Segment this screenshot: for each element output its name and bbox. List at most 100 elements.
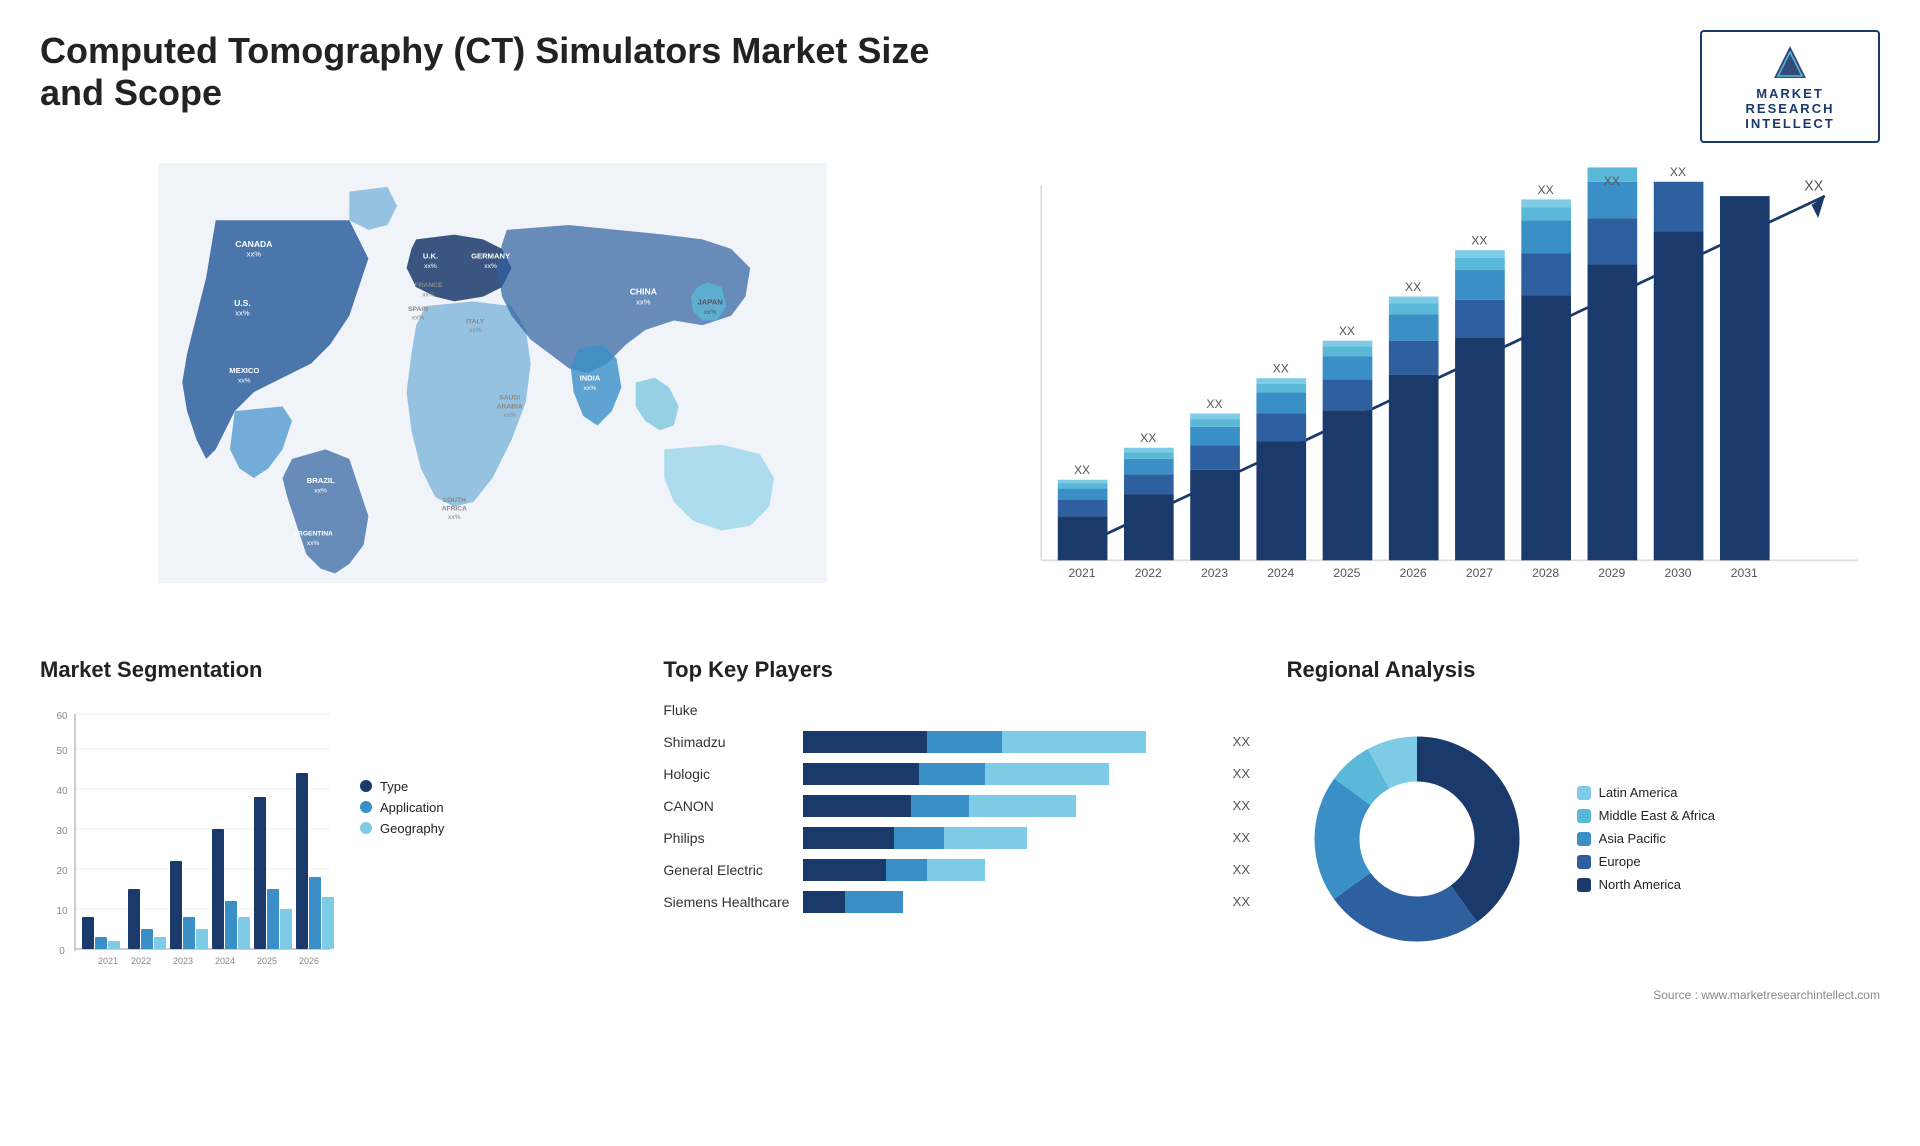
svg-text:2026: 2026	[299, 956, 319, 966]
list-item: Siemens Healthcare XX	[663, 891, 1256, 913]
svg-text:2025: 2025	[1333, 566, 1360, 580]
page-header: Computed Tomography (CT) Simulators Mark…	[40, 30, 1880, 143]
svg-text:U.S.: U.S.	[234, 298, 251, 308]
svg-text:JAPAN: JAPAN	[697, 297, 722, 306]
svg-text:INDIA: INDIA	[579, 374, 600, 383]
player-name: CANON	[663, 798, 793, 814]
application-dot	[360, 801, 372, 813]
svg-text:10: 10	[56, 906, 68, 917]
segmentation-title: Market Segmentation	[40, 657, 633, 683]
europe-label: Europe	[1599, 854, 1641, 869]
legend-application: Application	[360, 800, 444, 815]
svg-text:ARGENTINA: ARGENTINA	[293, 530, 333, 537]
player-bar	[803, 859, 1216, 881]
players-section: Top Key Players Fluke Shimadzu XX	[663, 657, 1256, 1004]
player-bar	[803, 891, 1216, 913]
svg-text:2022: 2022	[1135, 566, 1162, 580]
content-grid: CANADA xx% U.S. xx% MEXICO xx% BRAZIL xx…	[40, 163, 1880, 1004]
svg-text:SPAIN: SPAIN	[408, 306, 428, 313]
bar-dark	[803, 763, 919, 785]
logo-line1: MARKET	[1756, 86, 1824, 101]
svg-text:xx%: xx%	[503, 412, 516, 419]
svg-text:XX: XX	[1074, 463, 1090, 477]
growth-chart-section: 2021 XX 2022 XX 2023 XX	[975, 163, 1880, 627]
segmentation-legend: Type Application Geography	[360, 779, 444, 836]
svg-text:xx%: xx%	[247, 250, 262, 259]
svg-text:2022: 2022	[131, 956, 151, 966]
bar-mid	[894, 827, 944, 849]
bar-mid	[845, 891, 903, 913]
list-item: Hologic XX	[663, 763, 1256, 785]
bar-light	[927, 859, 985, 881]
logo-line2: RESEARCH	[1746, 101, 1835, 116]
svg-text:XX: XX	[1140, 431, 1156, 445]
player-xx: XX	[1233, 798, 1257, 813]
player-xx: XX	[1233, 766, 1257, 781]
player-xx: XX	[1233, 862, 1257, 877]
bar-light	[985, 763, 1109, 785]
legend-north-america: North America	[1577, 877, 1715, 892]
svg-text:2021: 2021	[98, 956, 118, 966]
svg-text:xx%: xx%	[238, 378, 251, 385]
player-name: General Electric	[663, 862, 793, 878]
svg-text:2024: 2024	[1267, 566, 1294, 580]
list-item: Philips XX	[663, 827, 1256, 849]
map-section: CANADA xx% U.S. xx% MEXICO xx% BRAZIL xx…	[40, 163, 945, 627]
asia-label: Asia Pacific	[1599, 831, 1666, 846]
asia-color	[1577, 832, 1591, 846]
list-item: Shimadzu XX	[663, 731, 1256, 753]
svg-text:2023: 2023	[173, 956, 193, 966]
svg-text:20: 20	[56, 866, 68, 877]
svg-text:2023: 2023	[1201, 566, 1228, 580]
svg-text:2030: 2030	[1665, 566, 1692, 580]
north-america-label: North America	[1599, 877, 1681, 892]
legend-geography: Geography	[360, 821, 444, 836]
svg-text:U.K.: U.K.	[423, 251, 438, 260]
geography-dot	[360, 822, 372, 834]
legend-asia-pacific: Asia Pacific	[1577, 831, 1715, 846]
svg-text:GERMANY: GERMANY	[471, 251, 510, 260]
svg-text:XX: XX	[1604, 174, 1620, 188]
regional-section: Regional Analysis	[1287, 657, 1880, 1004]
geography-label: Geography	[380, 821, 444, 836]
svg-text:xx%: xx%	[424, 263, 437, 270]
bar-light	[1002, 731, 1147, 753]
bar-dark	[803, 795, 910, 817]
player-bar	[803, 731, 1216, 753]
svg-text:2031: 2031	[1731, 566, 1758, 580]
type-label: Type	[380, 779, 408, 794]
svg-text:ARABIA: ARABIA	[497, 403, 523, 410]
players-title: Top Key Players	[663, 657, 1256, 683]
svg-text:0: 0	[59, 946, 65, 957]
svg-text:2028: 2028	[1532, 566, 1559, 580]
svg-text:xx%: xx%	[469, 327, 482, 334]
bar-dark	[803, 731, 927, 753]
bar-mid	[911, 795, 969, 817]
bar-mid	[927, 731, 1001, 753]
player-name: Siemens Healthcare	[663, 894, 793, 910]
svg-text:50: 50	[56, 746, 68, 757]
logo-icon	[1770, 42, 1810, 82]
svg-text:BRAZIL: BRAZIL	[307, 476, 335, 485]
player-xx: XX	[1233, 894, 1257, 909]
player-bar	[803, 795, 1216, 817]
legend-europe: Europe	[1577, 854, 1715, 869]
legend-latin-america: Latin America	[1577, 785, 1715, 800]
svg-text:XX: XX	[1537, 183, 1553, 197]
svg-text:CANADA: CANADA	[235, 239, 272, 249]
bar-dark	[803, 827, 894, 849]
svg-text:2027: 2027	[1466, 566, 1493, 580]
svg-text:xx%: xx%	[307, 540, 320, 547]
bar-mid	[919, 763, 985, 785]
svg-text:60: 60	[56, 711, 68, 722]
list-item: General Electric XX	[663, 859, 1256, 881]
svg-text:xx%: xx%	[422, 292, 435, 299]
latin-america-label: Latin America	[1599, 785, 1678, 800]
svg-text:xx%: xx%	[235, 309, 250, 318]
regional-title: Regional Analysis	[1287, 657, 1476, 683]
svg-text:xx%: xx%	[584, 385, 597, 392]
mea-color	[1577, 809, 1591, 823]
bottom-grid: Market Segmentation 0 10 20 30 40 50 60	[40, 657, 1880, 1004]
svg-text:xx%: xx%	[636, 297, 651, 306]
segmentation-chart: 0 10 20 30 40 50 60	[40, 699, 340, 999]
